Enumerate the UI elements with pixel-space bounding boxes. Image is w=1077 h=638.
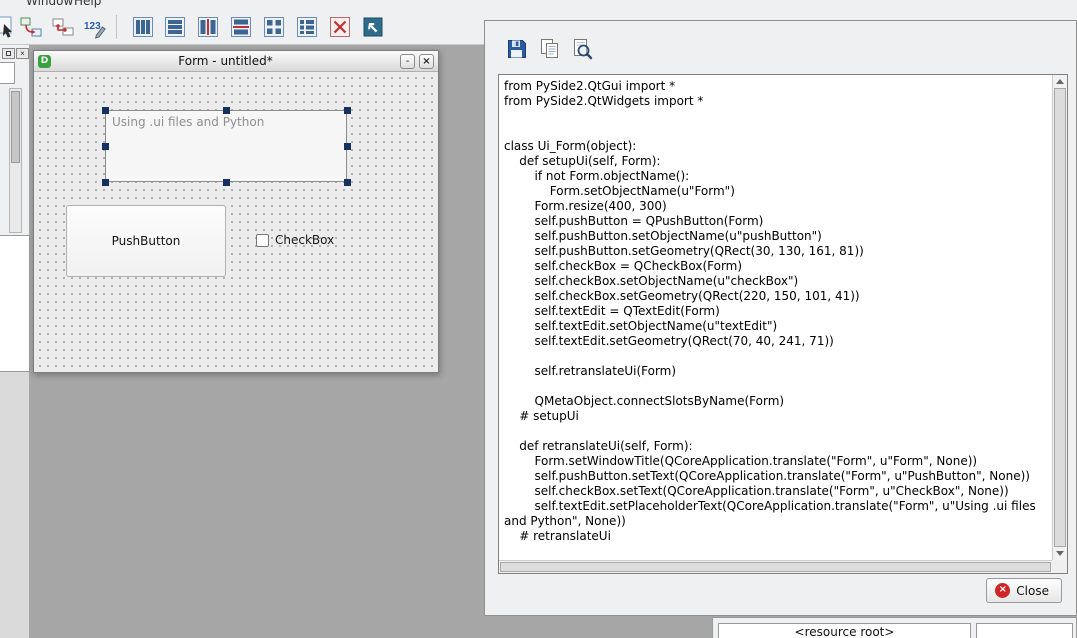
float-glyph-icon xyxy=(6,51,11,56)
dock-filler xyxy=(0,372,29,638)
dock-scrollbar-thumb[interactable] xyxy=(11,91,20,163)
designer-form-icon: D xyxy=(38,55,51,68)
find-icon[interactable] xyxy=(569,37,595,63)
edit-widgets-icon[interactable] xyxy=(0,13,20,41)
dock-list-fragment[interactable] xyxy=(0,235,30,372)
checkbox-label: CheckBox xyxy=(275,233,334,247)
code-preview-dialog: from PySide2.QtGui import * from PySide2… xyxy=(484,20,1077,616)
scroll-up-icon[interactable] xyxy=(1053,75,1067,88)
edit-buddies-icon[interactable] xyxy=(50,13,78,41)
code-view[interactable]: from PySide2.QtGui import * from PySide2… xyxy=(498,74,1068,574)
edit-tab-order-icon[interactable]: 123 xyxy=(82,13,110,41)
selection-handle[interactable] xyxy=(344,143,351,150)
resource-root-item[interactable]: <resource root> xyxy=(795,625,895,638)
selection-handle[interactable] xyxy=(102,143,109,150)
layout-horizontal-splitter-icon[interactable] xyxy=(195,13,223,41)
layout-vertical-splitter-icon[interactable] xyxy=(228,13,256,41)
layout-form-icon[interactable] xyxy=(294,13,322,41)
form-canvas[interactable]: Using .ui files and Python PushButton Ch… xyxy=(34,72,438,372)
minimize-button[interactable]: - xyxy=(400,54,415,69)
horizontal-scrollbar-thumb[interactable] xyxy=(500,562,1051,572)
selection-handle[interactable] xyxy=(223,179,230,186)
break-layout-icon[interactable] xyxy=(327,13,355,41)
left-dock-panel: × xyxy=(0,45,30,638)
menubar: Window Help xyxy=(0,0,1077,9)
layout-horizontal-icon[interactable] xyxy=(130,13,158,41)
menu-help[interactable]: Help xyxy=(74,0,101,8)
selection-handle[interactable] xyxy=(102,179,109,186)
checkbox-indicator[interactable] xyxy=(256,234,269,247)
svg-text:123: 123 xyxy=(84,21,101,32)
vertical-scrollbar[interactable] xyxy=(1052,75,1067,560)
checkbox-widget[interactable]: CheckBox xyxy=(256,233,334,247)
toolbar-separator xyxy=(116,15,117,39)
scroll-down-icon[interactable] xyxy=(1053,547,1067,560)
textedit-widget[interactable]: Using .ui files and Python xyxy=(105,110,347,182)
qt-designer-screen: Window Help 123 xyxy=(0,0,1077,638)
resource-tree[interactable]: <resource root> xyxy=(718,623,971,638)
widgetbox-filter-fragment[interactable] xyxy=(0,62,15,84)
resource-side-box xyxy=(976,623,1073,638)
edit-signals-slots-icon[interactable] xyxy=(18,13,46,41)
copy-icon[interactable] xyxy=(537,37,563,63)
form-window-titlebar[interactable]: D Form - untitled* - × xyxy=(34,51,438,72)
selection-handle[interactable] xyxy=(344,107,351,114)
close-button[interactable]: × xyxy=(419,54,434,69)
selection-handle[interactable] xyxy=(344,179,351,186)
layout-grid-icon[interactable] xyxy=(261,13,289,41)
selection-handle[interactable] xyxy=(223,107,230,114)
code-text[interactable]: from PySide2.QtGui import * from PySide2… xyxy=(504,79,1050,544)
dock-close-icon[interactable]: × xyxy=(16,48,29,59)
textedit-placeholder: Using .ui files and Python xyxy=(112,115,264,129)
adjust-size-icon[interactable] xyxy=(360,13,388,41)
pushbutton-widget[interactable]: PushButton xyxy=(66,205,226,277)
selection-handle[interactable] xyxy=(102,107,109,114)
save-icon[interactable] xyxy=(504,37,530,63)
scrollbar-corner xyxy=(1052,560,1067,573)
dock-scrollbar[interactable] xyxy=(9,88,22,233)
form-editor-window: D Form - untitled* - × Using .ui files a… xyxy=(33,50,439,373)
dock-float-icon[interactable] xyxy=(2,48,15,59)
layout-vertical-icon[interactable] xyxy=(162,13,190,41)
close-dialog-button[interactable]: × Close xyxy=(986,578,1062,603)
menu-window[interactable]: Window xyxy=(26,0,73,8)
vertical-scrollbar-thumb[interactable] xyxy=(1054,88,1066,547)
resource-browser-fragment: <resource root> xyxy=(712,617,1077,638)
close-circle-icon: × xyxy=(995,583,1010,598)
form-window-title: Form - untitled* xyxy=(55,54,396,68)
horizontal-scrollbar[interactable] xyxy=(499,560,1052,573)
close-button-label: Close xyxy=(1016,584,1049,598)
